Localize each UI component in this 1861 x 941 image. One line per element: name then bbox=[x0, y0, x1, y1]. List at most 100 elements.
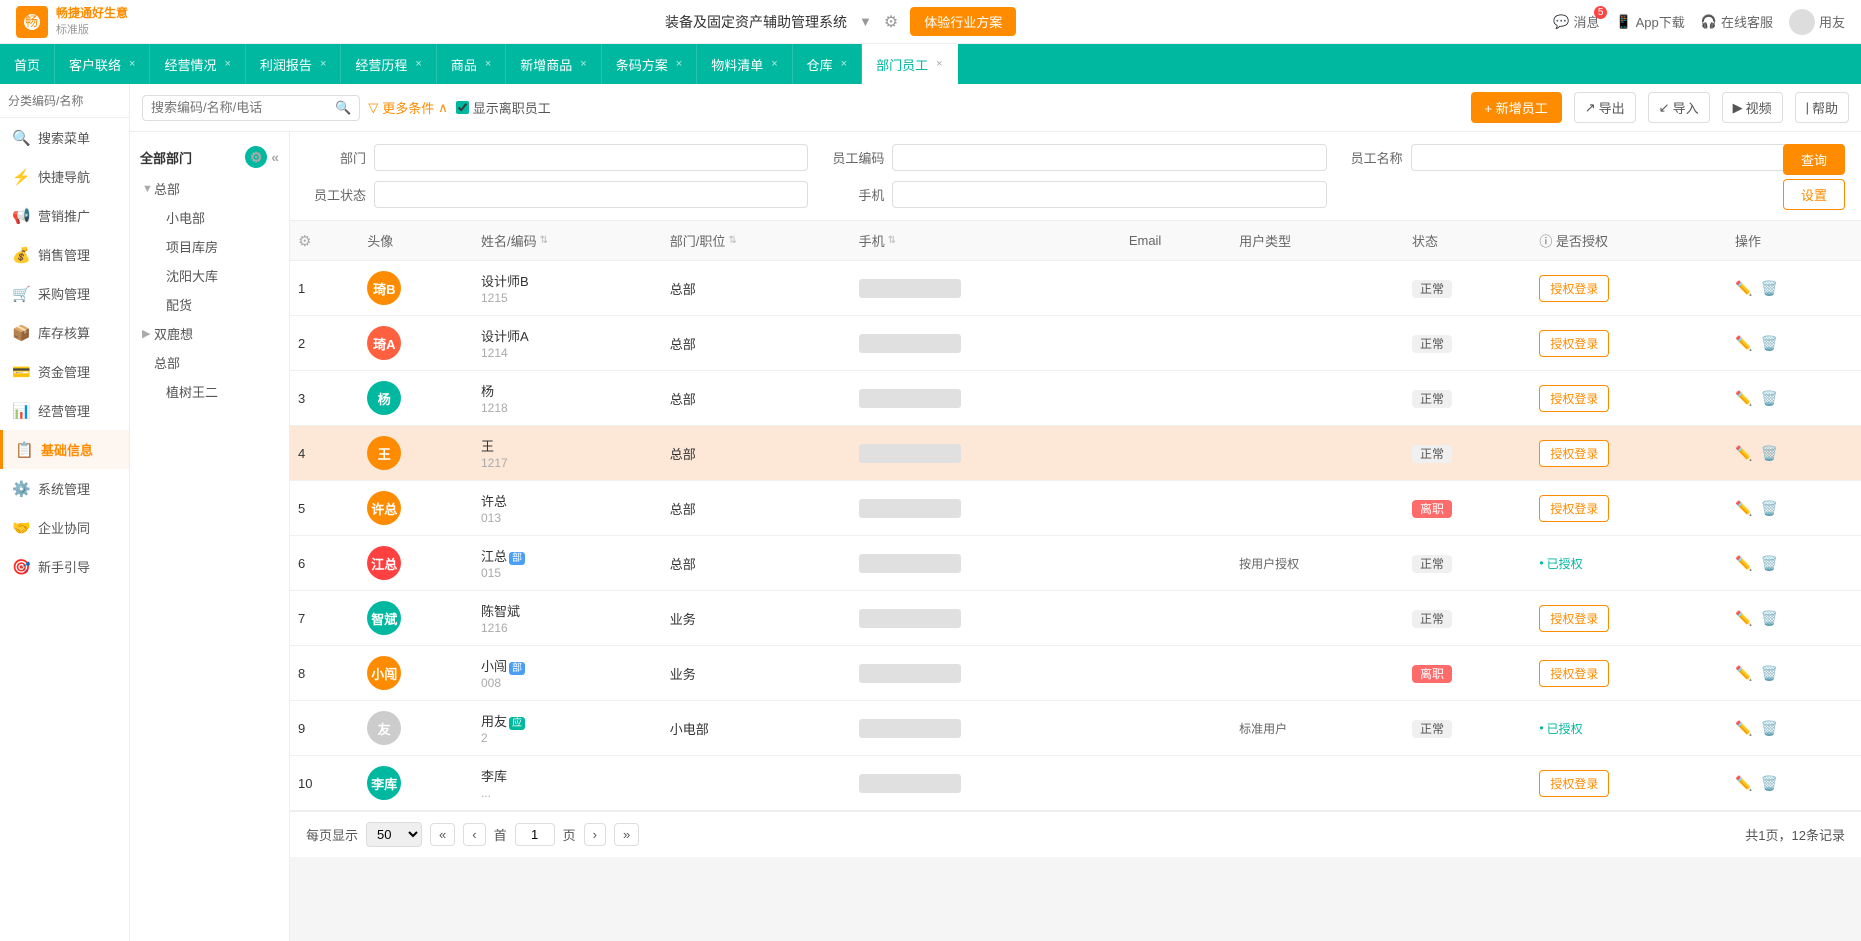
delete-icon[interactable]: 🗑️ bbox=[1760, 610, 1777, 627]
view-btn[interactable]: ▶ 视频 bbox=[1722, 92, 1783, 123]
cell-ops: ✏️ 🗑️ bbox=[1727, 481, 1861, 536]
tab-customer[interactable]: 客户联络× bbox=[55, 44, 150, 84]
tab-add-goods[interactable]: 新增商品× bbox=[506, 44, 601, 84]
edit-icon[interactable]: ✏️ bbox=[1735, 775, 1752, 792]
delete-icon[interactable]: 🗑️ bbox=[1760, 280, 1777, 297]
prev-page-btn[interactable]: ‹ bbox=[463, 823, 485, 846]
th-phone[interactable]: 手机⇅ bbox=[851, 221, 1121, 261]
dept-item-zongbu2[interactable]: 总部 bbox=[130, 348, 289, 377]
form-phone-input[interactable] bbox=[892, 181, 1326, 208]
edit-icon[interactable]: ✏️ bbox=[1735, 500, 1752, 517]
import-btn[interactable]: ↙ 导入 bbox=[1648, 92, 1710, 123]
help-btn[interactable]: | 帮助 bbox=[1795, 92, 1849, 123]
trial-btn[interactable]: 体验行业方案 bbox=[910, 7, 1016, 36]
add-employee-btn[interactable]: + 新增员工 bbox=[1471, 92, 1562, 123]
sidebar-item-operations[interactable]: 📊经营管理 bbox=[0, 391, 129, 430]
edit-icon[interactable]: ✏️ bbox=[1735, 555, 1752, 572]
more-filter-btn[interactable]: ▽ 更多条件 ∧ bbox=[368, 98, 448, 117]
per-page-select[interactable]: 50 20 100 bbox=[366, 822, 422, 847]
app-download-item[interactable]: 📱 App下载 bbox=[1615, 12, 1684, 31]
sidebar-item-shortcuts[interactable]: ⚡快捷导航 bbox=[0, 157, 129, 196]
edit-icon[interactable]: ✏️ bbox=[1735, 610, 1752, 627]
dept-item-xiaodiandian[interactable]: 小电部 bbox=[130, 203, 289, 232]
form-empcode-input[interactable] bbox=[892, 144, 1326, 171]
dept-collapse-btn[interactable]: « bbox=[271, 149, 279, 165]
delete-icon[interactable]: 🗑️ bbox=[1760, 445, 1777, 462]
edit-icon[interactable]: ✏️ bbox=[1735, 445, 1752, 462]
search-btn[interactable]: 查询 bbox=[1783, 144, 1845, 175]
basic-icon: 📋 bbox=[15, 441, 33, 459]
msg-item[interactable]: 💬 5 消息 bbox=[1553, 12, 1599, 31]
auth-login-btn[interactable]: 授权登录 bbox=[1539, 495, 1609, 522]
settings-icon[interactable]: ⚙ bbox=[298, 233, 311, 250]
tab-bom[interactable]: 物料清单× bbox=[697, 44, 792, 84]
dept-item-shuanglu[interactable]: ▶ 双鹿想 bbox=[130, 319, 289, 348]
delete-icon[interactable]: 🗑️ bbox=[1760, 390, 1777, 407]
sys-dropdown-btn[interactable]: ▼ bbox=[859, 14, 872, 29]
sidebar-item-basic[interactable]: 📋基础信息 bbox=[0, 430, 129, 469]
dept-item-shenyang[interactable]: 沈阳大库 bbox=[130, 261, 289, 290]
auth-login-btn[interactable]: 授权登录 bbox=[1539, 660, 1609, 687]
sidebar-item-inventory[interactable]: 📦库存核算 bbox=[0, 313, 129, 352]
dept-item-zhishu[interactable]: 植树王二 bbox=[130, 377, 289, 406]
delete-icon[interactable]: 🗑️ bbox=[1760, 335, 1777, 352]
tab-goods[interactable]: 商品× bbox=[437, 44, 506, 84]
next-page-btn[interactable]: › bbox=[584, 823, 606, 846]
auth-login-btn[interactable]: 授权登录 bbox=[1539, 330, 1609, 357]
dept-item-zongbu-parent[interactable]: ▼ 总部 bbox=[130, 174, 289, 203]
th-settings[interactable]: ⚙ bbox=[290, 221, 359, 261]
last-page-btn[interactable]: » bbox=[614, 823, 639, 846]
sidebar-item-purchase[interactable]: 🛒采购管理 bbox=[0, 274, 129, 313]
edit-icon[interactable]: ✏️ bbox=[1735, 280, 1752, 297]
gear-btn[interactable]: ⚙ bbox=[884, 12, 898, 32]
sidebar-search-input[interactable] bbox=[8, 94, 130, 108]
show-resigned-checkbox[interactable] bbox=[456, 101, 469, 114]
form-dept-select[interactable] bbox=[374, 144, 808, 171]
first-page-btn[interactable]: « bbox=[430, 823, 455, 846]
edit-icon[interactable]: ✏️ bbox=[1735, 335, 1752, 352]
user-item[interactable]: 用友 bbox=[1789, 9, 1845, 35]
export-btn[interactable]: ↗ 导出 bbox=[1574, 92, 1636, 123]
sidebar-item-guide[interactable]: 🎯新手引导 bbox=[0, 547, 129, 586]
delete-icon[interactable]: 🗑️ bbox=[1760, 775, 1777, 792]
service-item[interactable]: 🎧 在线客服 bbox=[1701, 12, 1773, 31]
table-area: 部门 员工编码 员工名称 员工状态 bbox=[290, 132, 1861, 941]
auth-login-btn[interactable]: 授权登录 bbox=[1539, 385, 1609, 412]
tab-profit[interactable]: 利润报告× bbox=[246, 44, 341, 84]
delete-icon[interactable]: 🗑️ bbox=[1760, 665, 1777, 682]
sidebar-item-search[interactable]: 🔍搜索菜单 bbox=[0, 118, 129, 157]
edit-icon[interactable]: ✏️ bbox=[1735, 390, 1752, 407]
page-input[interactable] bbox=[515, 823, 555, 846]
delete-icon[interactable]: 🗑️ bbox=[1760, 555, 1777, 572]
dept-settings-btn[interactable]: ⚙ bbox=[245, 146, 267, 168]
tab-barcode[interactable]: 条码方案× bbox=[602, 44, 697, 84]
form-status-select[interactable] bbox=[374, 181, 808, 208]
sidebar-item-finance[interactable]: 💳资金管理 bbox=[0, 352, 129, 391]
edit-icon[interactable]: ✏️ bbox=[1735, 665, 1752, 682]
auth-login-btn[interactable]: 授权登录 bbox=[1539, 770, 1609, 797]
tab-history[interactable]: 经营历程× bbox=[341, 44, 436, 84]
dept-item-project[interactable]: 项目库房 bbox=[130, 232, 289, 261]
form-empname-input[interactable] bbox=[1411, 144, 1845, 171]
edit-icon[interactable]: ✏️ bbox=[1735, 720, 1752, 737]
sidebar-item-marketing[interactable]: 📢营销推广 bbox=[0, 196, 129, 235]
th-dept[interactable]: 部门/职位⇅ bbox=[662, 221, 851, 261]
th-name[interactable]: 姓名/编码⇅ bbox=[473, 221, 662, 261]
set-btn[interactable]: 设置 bbox=[1783, 179, 1845, 210]
tab-customer-close[interactable]: × bbox=[129, 58, 135, 70]
main-search-input[interactable] bbox=[151, 100, 331, 115]
sidebar-item-system[interactable]: ⚙️系统管理 bbox=[0, 469, 129, 508]
dept-item-peihuo[interactable]: 配货 bbox=[130, 290, 289, 319]
tab-department[interactable]: 部门员工× bbox=[862, 44, 957, 84]
tab-operation[interactable]: 经营情况× bbox=[150, 44, 245, 84]
auth-login-btn[interactable]: 授权登录 bbox=[1539, 440, 1609, 467]
tab-warehouse[interactable]: 仓库× bbox=[793, 44, 862, 84]
auth-login-btn[interactable]: 授权登录 bbox=[1539, 275, 1609, 302]
delete-icon[interactable]: 🗑️ bbox=[1760, 500, 1777, 517]
search-form: 部门 员工编码 员工名称 员工状态 bbox=[290, 132, 1861, 221]
auth-login-btn[interactable]: 授权登录 bbox=[1539, 605, 1609, 632]
sidebar-item-sales[interactable]: 💰销售管理 bbox=[0, 235, 129, 274]
sidebar-item-collab[interactable]: 🤝企业协同 bbox=[0, 508, 129, 547]
delete-icon[interactable]: 🗑️ bbox=[1760, 720, 1777, 737]
tab-home[interactable]: 首页 bbox=[0, 44, 55, 84]
